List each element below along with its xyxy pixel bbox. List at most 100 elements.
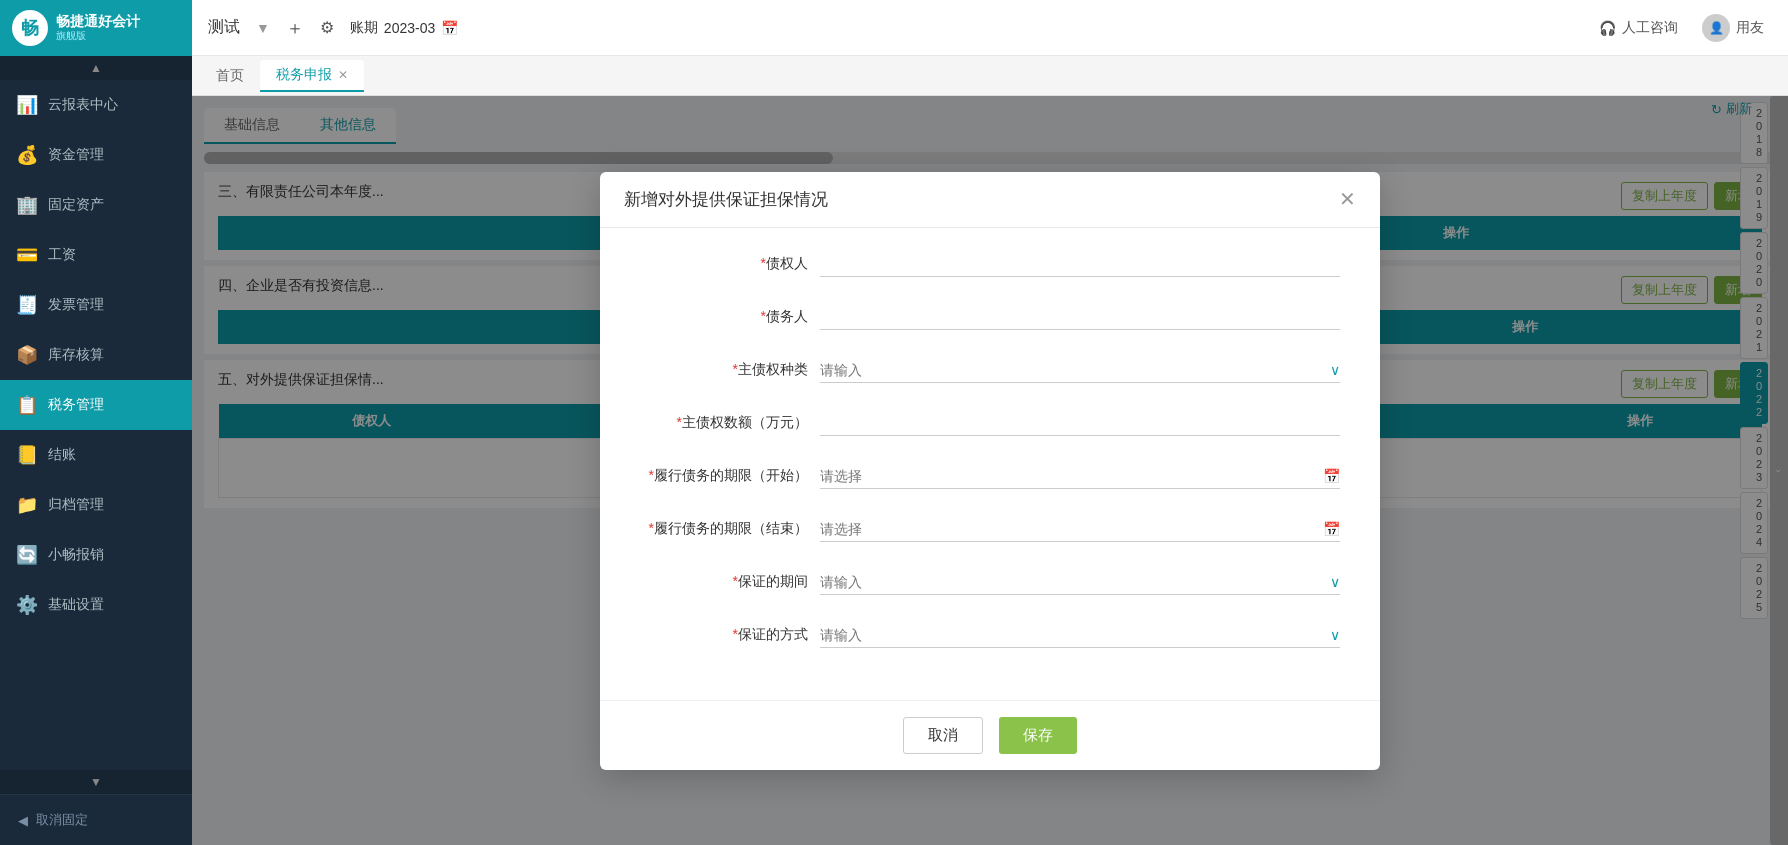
avatar: 👤 <box>1702 14 1730 42</box>
guarantee-period-input[interactable] <box>820 570 1330 594</box>
creditor-input[interactable] <box>820 252 1340 277</box>
sidebar-item-label: 归档管理 <box>48 496 104 514</box>
debt-type-input[interactable] <box>820 358 1330 382</box>
company-name: 测试 <box>208 17 240 38</box>
unpin-icon: ◀ <box>18 813 28 828</box>
support-button[interactable]: 🎧 人工咨询 <box>1599 19 1678 37</box>
modal-title: 新增对外提供保证担保情况 <box>624 188 828 211</box>
unpin-label: 取消固定 <box>36 811 88 829</box>
debtor-input[interactable] <box>820 305 1340 330</box>
payroll-icon: 💳 <box>16 244 38 266</box>
settings-icon[interactable]: ⚙ <box>320 18 334 37</box>
sidebar-item-label: 固定资产 <box>48 196 104 214</box>
support-label: 人工咨询 <box>1622 19 1678 37</box>
form-row-guarantee-method: *保证的方式 ∨ <box>640 623 1340 648</box>
sidebar-item-fixed-assets[interactable]: 🏢 固定资产 <box>0 180 192 230</box>
sidebar-nav: 📊 云报表中心 💰 资金管理 🏢 固定资产 💳 工资 🧾 发票管理 📦 <box>0 80 192 770</box>
company-dropdown-icon[interactable]: ▼ <box>256 20 270 36</box>
tab-bar: 首页 税务申报 ✕ <box>192 56 1788 96</box>
guarantee-method-label: *保证的方式 <box>640 626 820 644</box>
user-menu[interactable]: 👤 用友 <box>1694 14 1772 42</box>
cloud-reports-icon: 📊 <box>16 94 38 116</box>
end-date-input[interactable] <box>820 517 1323 541</box>
form-row-debt-amount: *主债权数额（万元） <box>640 411 1340 436</box>
start-date-label: *履行债务的期限（开始） <box>640 467 820 485</box>
modal-body: *债权人 *债务人 <box>600 228 1380 700</box>
period-value: 2023-03 <box>384 20 435 36</box>
sidebar-item-tax-mgmt[interactable]: 📋 税务管理 <box>0 380 192 430</box>
guarantee-period-label: *保证的期间 <box>640 573 820 591</box>
user-label: 用友 <box>1736 19 1764 37</box>
sidebar-item-accounting[interactable]: 📒 结账 <box>0 430 192 480</box>
fixed-assets-icon: 🏢 <box>16 194 38 216</box>
period-selector[interactable]: 账期 2023-03 📅 <box>350 19 458 37</box>
headset-icon: 🎧 <box>1599 20 1616 36</box>
calendar-icon: 📅 <box>441 20 458 36</box>
sidebar-item-label: 工资 <box>48 246 76 264</box>
top-header: 测试 ▼ ＋ ⚙ 账期 2023-03 📅 🎧 人工咨询 👤 用友 <box>192 0 1788 56</box>
tab-tax-report-label: 税务申报 <box>276 66 332 84</box>
sidebar-item-fund-mgmt[interactable]: 💰 资金管理 <box>0 130 192 180</box>
start-date-calendar-icon[interactable]: 📅 <box>1323 468 1340 484</box>
start-date-wrap: 📅 <box>820 464 1340 489</box>
save-button[interactable]: 保存 <box>999 717 1077 754</box>
debt-type-select-wrap: ∨ <box>820 358 1340 383</box>
sidebar-bottom: ◀ 取消固定 <box>0 794 192 845</box>
sidebar-item-payroll[interactable]: 💳 工资 <box>0 230 192 280</box>
end-date-wrap: 📅 <box>820 517 1340 542</box>
app-badge: 旗舰版 <box>56 29 140 43</box>
debt-type-arrow-icon[interactable]: ∨ <box>1330 362 1340 378</box>
modal-add-guarantee: 新增对外提供保证担保情况 ✕ *债权人 <box>600 172 1380 770</box>
sidebar-scroll-down[interactable]: ▼ <box>0 770 192 794</box>
debt-type-label: *主债权种类 <box>640 361 820 379</box>
guarantee-period-select-wrap: ∨ <box>820 570 1340 595</box>
xiaochang-icon: 🔄 <box>16 544 38 566</box>
sidebar-item-label: 基础设置 <box>48 596 104 614</box>
unpin-sidebar-button[interactable]: ◀ 取消固定 <box>8 803 184 837</box>
sidebar-item-label: 小畅报销 <box>48 546 104 564</box>
end-date-calendar-icon[interactable]: 📅 <box>1323 521 1340 537</box>
sidebar-item-label: 云报表中心 <box>48 96 118 114</box>
tab-tax-report[interactable]: 税务申报 ✕ <box>260 60 364 92</box>
sidebar-item-inventory[interactable]: 📦 库存核算 <box>0 330 192 380</box>
form-row-debtor: *债务人 <box>640 305 1340 330</box>
guarantee-method-select-wrap: ∨ <box>820 623 1340 648</box>
guarantee-method-input[interactable] <box>820 623 1330 647</box>
sidebar-item-label: 资金管理 <box>48 146 104 164</box>
fund-mgmt-icon: 💰 <box>16 144 38 166</box>
form-row-creditor: *债权人 <box>640 252 1340 277</box>
modal-overlay: 新增对外提供保证担保情况 ✕ *债权人 <box>192 96 1788 845</box>
sidebar-item-archive-mgmt[interactable]: 📁 归档管理 <box>0 480 192 530</box>
app-name: 畅捷通好会计 <box>56 13 140 30</box>
sidebar-item-invoice-mgmt[interactable]: 🧾 发票管理 <box>0 280 192 330</box>
period-label: 账期 <box>350 19 378 37</box>
sidebar-item-label: 税务管理 <box>48 396 104 414</box>
logo-icon: 畅 <box>12 10 48 46</box>
cancel-button[interactable]: 取消 <box>903 717 983 754</box>
start-date-input[interactable] <box>820 464 1323 488</box>
tab-close-icon[interactable]: ✕ <box>338 68 348 82</box>
sidebar-item-xiaochang[interactable]: 🔄 小畅报销 <box>0 530 192 580</box>
tab-home[interactable]: 首页 <box>200 60 260 92</box>
debt-amount-input[interactable] <box>820 411 1340 436</box>
content-area: › ↻ 刷新 基础信息 其他信息 <box>192 96 1788 845</box>
main-area: 测试 ▼ ＋ ⚙ 账期 2023-03 📅 🎧 人工咨询 👤 用友 首页 <box>192 0 1788 845</box>
sidebar-item-basic-settings[interactable]: ⚙️ 基础设置 <box>0 580 192 630</box>
debtor-label: *债务人 <box>640 308 820 326</box>
app-logo: 畅 畅捷通好会计 旗舰版 <box>0 0 192 56</box>
sidebar-scroll-up[interactable]: ▲ <box>0 56 192 80</box>
debt-amount-label: *主债权数额（万元） <box>640 414 820 432</box>
logo-text-block: 畅捷通好会计 旗舰版 <box>56 13 140 44</box>
guarantee-method-arrow-icon[interactable]: ∨ <box>1330 627 1340 643</box>
modal-close-button[interactable]: ✕ <box>1339 189 1356 209</box>
add-button[interactable]: ＋ <box>286 16 304 40</box>
tax-mgmt-icon: 📋 <box>16 394 38 416</box>
sidebar-item-cloud-reports[interactable]: 📊 云报表中心 <box>0 80 192 130</box>
modal-header: 新增对外提供保证担保情况 ✕ <box>600 172 1380 228</box>
form-row-guarantee-period: *保证的期间 ∨ <box>640 570 1340 595</box>
inventory-icon: 📦 <box>16 344 38 366</box>
guarantee-period-arrow-icon[interactable]: ∨ <box>1330 574 1340 590</box>
sidebar-item-label: 库存核算 <box>48 346 104 364</box>
form-row-debt-type: *主债权种类 ∨ <box>640 358 1340 383</box>
sidebar-item-label: 结账 <box>48 446 76 464</box>
